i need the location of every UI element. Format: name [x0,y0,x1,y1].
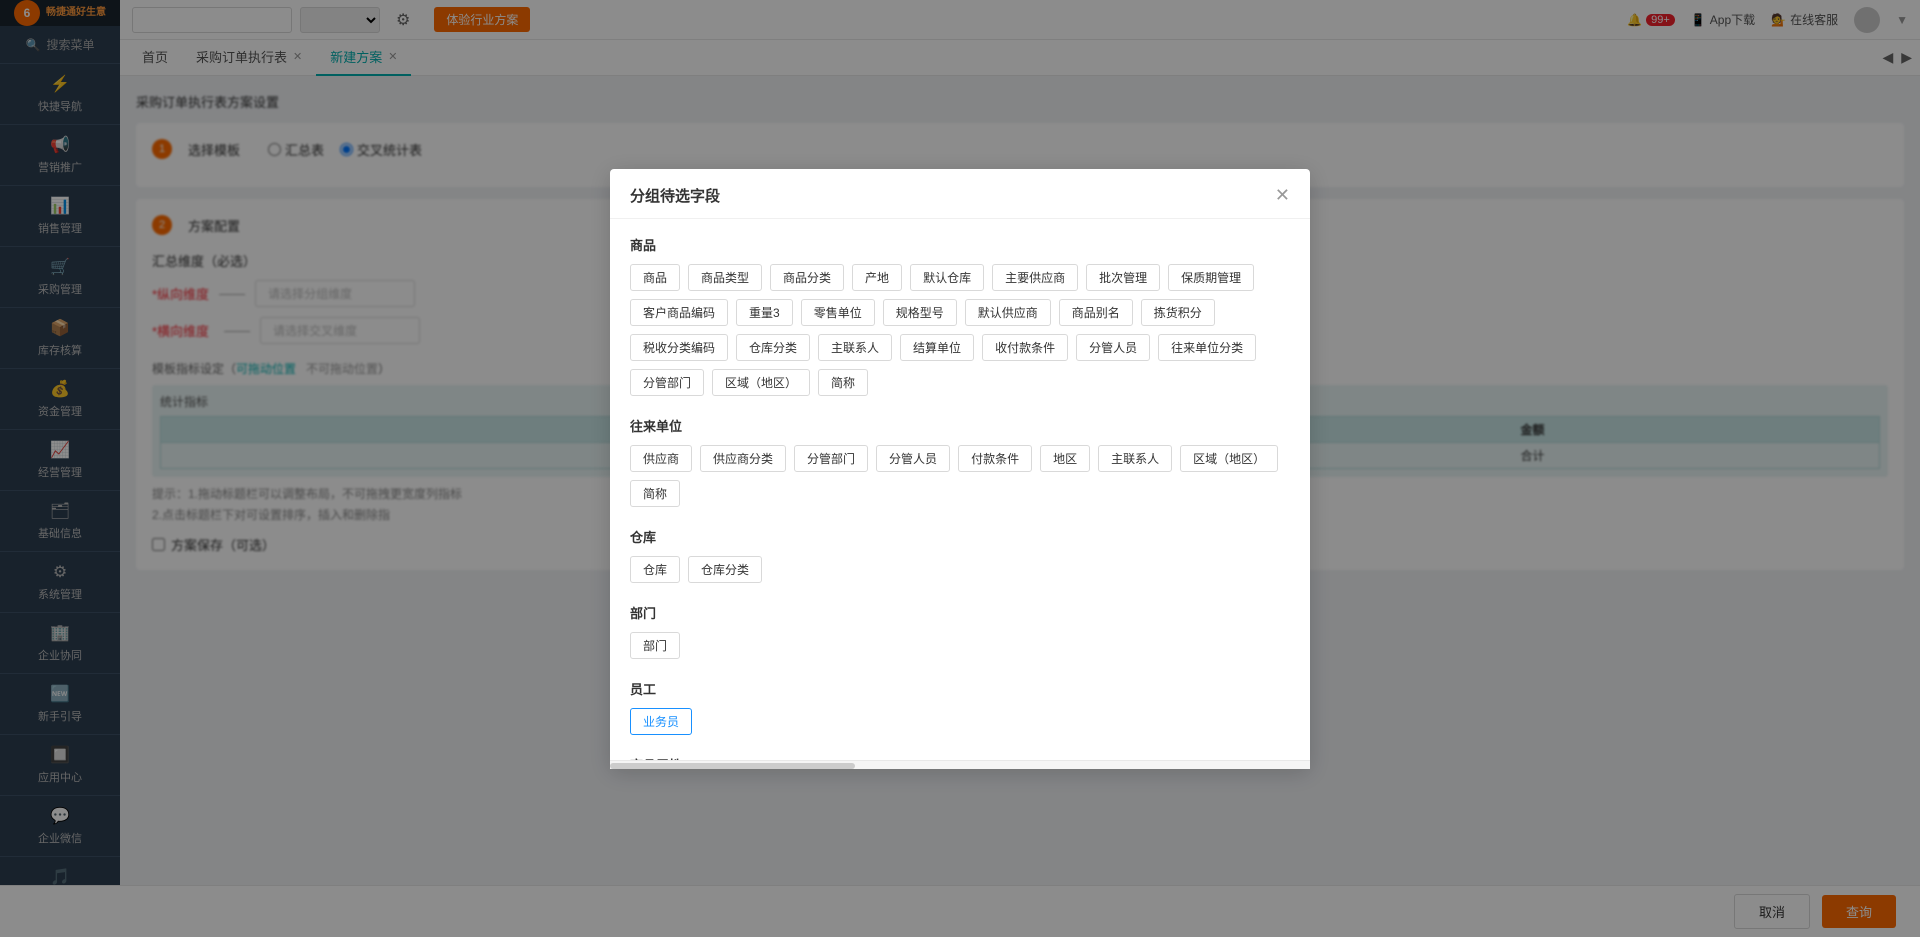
field-tag-partner-short-name[interactable]: 简称 [630,480,680,507]
field-tags-dept: 部门 [630,632,1290,659]
field-tag-default-supplier[interactable]: 默认供应商 [965,299,1051,326]
field-tag-settlement-unit[interactable]: 结算单位 [900,334,974,361]
field-tag-short-name[interactable]: 简称 [818,369,868,396]
field-tag-default-warehouse[interactable]: 默认仓库 [910,264,984,291]
field-tag-payment-condition[interactable]: 付款条件 [958,445,1032,472]
field-tag-batch-mgmt[interactable]: 批次管理 [1086,264,1160,291]
field-tag-warehouse[interactable]: 仓库 [630,556,680,583]
field-tag-tax-code[interactable]: 税收分类编码 [630,334,728,361]
field-tag-warehouse-category[interactable]: 仓库分类 [736,334,810,361]
field-tag-supplier-category[interactable]: 供应商分类 [700,445,786,472]
field-tag-dept[interactable]: 部门 [630,632,680,659]
modal-title: 分组待选字段 [630,185,720,206]
field-tag-spec-model[interactable]: 规格型号 [883,299,957,326]
field-group-product-title: 商品 [630,235,1290,254]
field-group-partner: 往来单位 供应商 供应商分类 分管部门 分管人员 付款条件 地区 主联系人 区域… [630,416,1290,507]
modal-body: 商品 商品 商品类型 商品分类 产地 默认仓库 主要供应商 批次管理 保质期管理… [610,219,1310,761]
field-group-partner-title: 往来单位 [630,416,1290,435]
field-tag-responsible-person[interactable]: 分管人员 [1076,334,1150,361]
field-tags-partner: 供应商 供应商分类 分管部门 分管人员 付款条件 地区 主联系人 区域（地区） … [630,445,1290,507]
modal-hscroll[interactable] [610,760,1310,768]
field-tag-product-alias[interactable]: 商品别名 [1059,299,1133,326]
modal-overlay: 分组待选字段 ✕ 商品 商品 商品类型 商品分类 产地 默认仓库 主要供应商 批… [0,0,1920,937]
field-tag-dept-responsible[interactable]: 分管部门 [630,369,704,396]
modal-header: 分组待选字段 ✕ [610,169,1310,219]
field-tag-payment-terms[interactable]: 收付款条件 [982,334,1068,361]
field-tag-warehouse-cat[interactable]: 仓库分类 [688,556,762,583]
field-tag-shelf-life[interactable]: 保质期管理 [1168,264,1254,291]
field-tag-product-category[interactable]: 商品分类 [770,264,844,291]
field-group-product: 商品 商品 商品类型 商品分类 产地 默认仓库 主要供应商 批次管理 保质期管理… [630,235,1290,396]
field-tags-warehouse: 仓库 仓库分类 [630,556,1290,583]
field-group-employee: 员工 业务员 [630,679,1290,735]
field-tag-pick-points[interactable]: 拣货积分 [1141,299,1215,326]
field-tag-partner-person[interactable]: 分管人员 [876,445,950,472]
field-tags-employee: 业务员 [630,708,1290,735]
field-tag-origin[interactable]: 产地 [852,264,902,291]
modal-close-btn[interactable]: ✕ [1275,186,1290,204]
field-tag-main-contact[interactable]: 主联系人 [818,334,892,361]
field-tag-product[interactable]: 商品 [630,264,680,291]
hscroll-thumb [610,763,855,769]
field-tag-region-area[interactable]: 区域（地区） [712,369,810,396]
modal-dialog: 分组待选字段 ✕ 商品 商品 商品类型 商品分类 产地 默认仓库 主要供应商 批… [610,169,1310,769]
field-tag-supplier[interactable]: 供应商 [630,445,692,472]
field-group-warehouse: 仓库 仓库 仓库分类 [630,527,1290,583]
field-tag-customer-code[interactable]: 客户商品编码 [630,299,728,326]
field-group-dept-title: 部门 [630,603,1290,622]
field-tag-partner-dept[interactable]: 分管部门 [794,445,868,472]
field-tag-region[interactable]: 地区 [1040,445,1090,472]
field-tag-salesperson[interactable]: 业务员 [630,708,692,735]
field-group-warehouse-title: 仓库 [630,527,1290,546]
field-tag-partner-contact[interactable]: 主联系人 [1098,445,1172,472]
field-tag-partner-category[interactable]: 往来单位分类 [1158,334,1256,361]
field-tag-product-type[interactable]: 商品类型 [688,264,762,291]
field-group-dept: 部门 部门 [630,603,1290,659]
field-tag-partner-region[interactable]: 区域（地区） [1180,445,1278,472]
field-tags-product: 商品 商品类型 商品分类 产地 默认仓库 主要供应商 批次管理 保质期管理 客户… [630,264,1290,396]
field-tag-main-supplier[interactable]: 主要供应商 [992,264,1078,291]
field-group-employee-title: 员工 [630,679,1290,698]
field-tag-weight3[interactable]: 重量3 [736,299,793,326]
field-tag-retail-unit[interactable]: 零售单位 [801,299,875,326]
